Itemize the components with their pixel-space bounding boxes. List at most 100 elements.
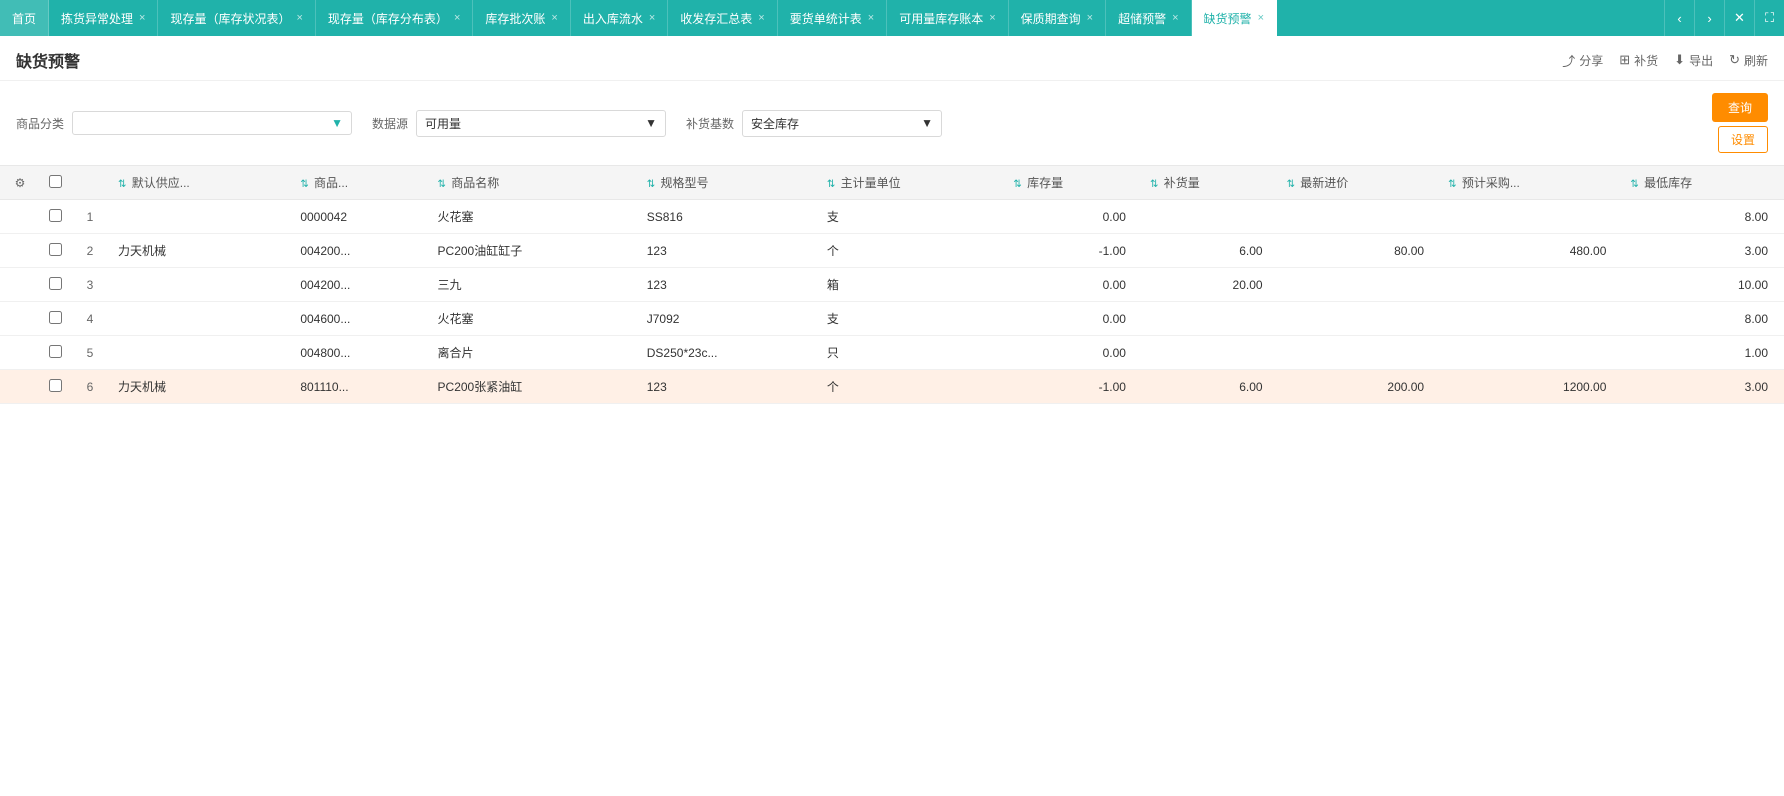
col-replenish-qty: ⇅ 补货量 bbox=[1142, 166, 1279, 200]
price-sort-icon: ⇅ bbox=[1287, 179, 1295, 190]
row-checkbox[interactable] bbox=[49, 277, 62, 290]
row-estimated-purchase: 1200.00 bbox=[1440, 370, 1622, 404]
col-stock-qty: ⇅ 库存量 bbox=[1005, 166, 1142, 200]
nav-tab-7[interactable]: 要货单统计表 × bbox=[778, 0, 887, 36]
tab-close-icon[interactable]: × bbox=[454, 12, 460, 24]
row-seq: 2 bbox=[70, 234, 110, 268]
nav-controls: ‹ › ✕ ⛶ bbox=[1664, 0, 1784, 36]
row-product-name: 三九 bbox=[430, 268, 639, 302]
row-min-stock: 8.00 bbox=[1622, 302, 1784, 336]
row-action-cell bbox=[0, 200, 40, 234]
table-row: 3 004200... 三九 123 箱 0.00 20.00 10.00 bbox=[0, 268, 1784, 302]
row-estimated-purchase bbox=[1440, 336, 1622, 370]
nav-tab-2[interactable]: 现存量（库存状况表）× bbox=[158, 0, 315, 36]
nav-tab-8[interactable]: 可用量库存账本 × bbox=[887, 0, 1008, 36]
tab-label: 要货单统计表 bbox=[790, 10, 862, 27]
tab-close-all-btn[interactable]: ✕ bbox=[1724, 0, 1754, 36]
row-latest-price: 80.00 bbox=[1279, 234, 1441, 268]
row-product-name: 离合片 bbox=[430, 336, 639, 370]
share-btn[interactable]: ⤴ 分享 bbox=[1562, 51, 1603, 70]
row-product-code: 004200... bbox=[292, 234, 429, 268]
table-row: 2 力天机械 004200... PC200油缸缸子 123 个 -1.00 6… bbox=[0, 234, 1784, 268]
nav-tab-6[interactable]: 收发存汇总表× bbox=[668, 0, 777, 36]
nav-tab-9[interactable]: 保质期查询× bbox=[1009, 0, 1106, 36]
table-header: ⚙ ⇅ 默认供应... ⇅ 商品... ⇅ bbox=[0, 166, 1784, 200]
col-unit: ⇅ 主计量单位 bbox=[819, 166, 1005, 200]
category-select[interactable]: ▼ bbox=[72, 111, 352, 135]
row-product-name: PC200张紧油缸 bbox=[430, 370, 639, 404]
datasource-arrow-icon: ▼ bbox=[645, 116, 657, 130]
row-checkbox-cell bbox=[40, 370, 70, 404]
nav-tab-10[interactable]: 超储预警× bbox=[1106, 0, 1191, 36]
gear-icon[interactable]: ⚙ bbox=[15, 176, 26, 190]
tab-close-icon[interactable]: × bbox=[1087, 12, 1093, 24]
row-replenish-qty: 6.00 bbox=[1142, 370, 1279, 404]
data-table: ⚙ ⇅ 默认供应... ⇅ 商品... ⇅ bbox=[0, 165, 1784, 404]
row-stock-qty: 0.00 bbox=[1005, 268, 1142, 302]
export-btn[interactable]: ⬇ 导出 bbox=[1674, 52, 1713, 69]
row-stock-qty: -1.00 bbox=[1005, 370, 1142, 404]
tab-label: 拣货异常处理 bbox=[61, 10, 133, 27]
row-latest-price bbox=[1279, 302, 1441, 336]
nav-tab-0[interactable]: 首页 bbox=[0, 0, 49, 36]
row-checkbox-cell bbox=[40, 336, 70, 370]
row-product-name: 火花塞 bbox=[430, 200, 639, 234]
base-arrow-icon: ▼ bbox=[921, 116, 933, 130]
row-checkbox[interactable] bbox=[49, 345, 62, 358]
col-minstock-label: 最低库存 bbox=[1644, 176, 1692, 190]
tab-close-icon[interactable]: × bbox=[139, 12, 145, 24]
base-label: 补货基数 bbox=[686, 115, 734, 132]
row-checkbox[interactable] bbox=[49, 209, 62, 222]
tab-close-icon[interactable]: × bbox=[989, 12, 995, 24]
row-latest-price bbox=[1279, 268, 1441, 302]
col-name-label: 商品名称 bbox=[451, 176, 499, 190]
row-unit: 箱 bbox=[819, 268, 1005, 302]
row-spec: DS250*23c... bbox=[639, 336, 819, 370]
tab-close-icon[interactable]: × bbox=[868, 12, 874, 24]
tab-close-icon[interactable]: × bbox=[649, 12, 655, 24]
row-replenish-qty bbox=[1142, 200, 1279, 234]
row-checkbox[interactable] bbox=[49, 379, 62, 392]
datasource-select[interactable]: 可用量 ▼ bbox=[416, 110, 666, 137]
tab-close-icon[interactable]: × bbox=[296, 12, 302, 24]
tab-close-icon[interactable]: × bbox=[1172, 12, 1178, 24]
row-product-name: 火花塞 bbox=[430, 302, 639, 336]
header-actions: ⤴ 分享 ⊞ 补货 ⬇ 导出 ↻ 刷新 bbox=[1562, 51, 1768, 70]
nav-tab-1[interactable]: 拣货异常处理 × bbox=[49, 0, 158, 36]
tab-next-btn[interactable]: › bbox=[1694, 0, 1724, 36]
nav-tab-4[interactable]: 库存批次账× bbox=[473, 0, 570, 36]
tab-close-icon[interactable]: × bbox=[1258, 12, 1264, 24]
row-product-name: PC200油缸缸子 bbox=[430, 234, 639, 268]
base-select[interactable]: 安全库存 ▼ bbox=[742, 110, 942, 137]
row-spec: SS816 bbox=[639, 200, 819, 234]
row-unit: 个 bbox=[819, 370, 1005, 404]
supplier-sort-icon: ⇅ bbox=[118, 179, 126, 190]
page-content: 缺货预警 ⤴ 分享 ⊞ 补货 ⬇ 导出 ↻ 刷新 商品分类 bbox=[0, 36, 1784, 796]
nav-tab-11[interactable]: 缺货预警× bbox=[1192, 0, 1277, 36]
row-latest-price bbox=[1279, 200, 1441, 234]
col-spec-label: 规格型号 bbox=[660, 176, 708, 190]
select-all-checkbox[interactable] bbox=[49, 175, 62, 188]
replenish-btn[interactable]: ⊞ 补货 bbox=[1619, 52, 1658, 69]
row-checkbox[interactable] bbox=[49, 243, 62, 256]
settings-button[interactable]: 设置 bbox=[1718, 126, 1768, 153]
tab-prev-btn[interactable]: ‹ bbox=[1664, 0, 1694, 36]
tab-maximize-btn[interactable]: ⛶ bbox=[1754, 0, 1784, 36]
minstock-sort-icon: ⇅ bbox=[1630, 179, 1638, 190]
tab-close-icon[interactable]: × bbox=[551, 12, 557, 24]
refresh-btn[interactable]: ↻ 刷新 bbox=[1729, 52, 1768, 69]
row-checkbox[interactable] bbox=[49, 311, 62, 324]
top-nav: 首页拣货异常处理×现存量（库存状况表）×现存量（库存分布表）×库存批次账×出入库… bbox=[0, 0, 1784, 36]
nav-tab-5[interactable]: 出入库流水× bbox=[571, 0, 668, 36]
row-seq: 4 bbox=[70, 302, 110, 336]
col-stock-label: 库存量 bbox=[1027, 176, 1063, 190]
datasource-filter-group: 数据源 可用量 ▼ bbox=[372, 110, 666, 137]
unit-sort-icon: ⇅ bbox=[827, 179, 835, 190]
nav-tab-3[interactable]: 现存量（库存分布表）× bbox=[316, 0, 473, 36]
row-min-stock: 8.00 bbox=[1622, 200, 1784, 234]
tab-close-icon[interactable]: × bbox=[758, 12, 764, 24]
query-button[interactable]: 查询 bbox=[1712, 93, 1768, 122]
row-stock-qty: -1.00 bbox=[1005, 234, 1142, 268]
row-stock-qty: 0.00 bbox=[1005, 200, 1142, 234]
tab-label: 可用量库存账本 bbox=[899, 10, 983, 27]
